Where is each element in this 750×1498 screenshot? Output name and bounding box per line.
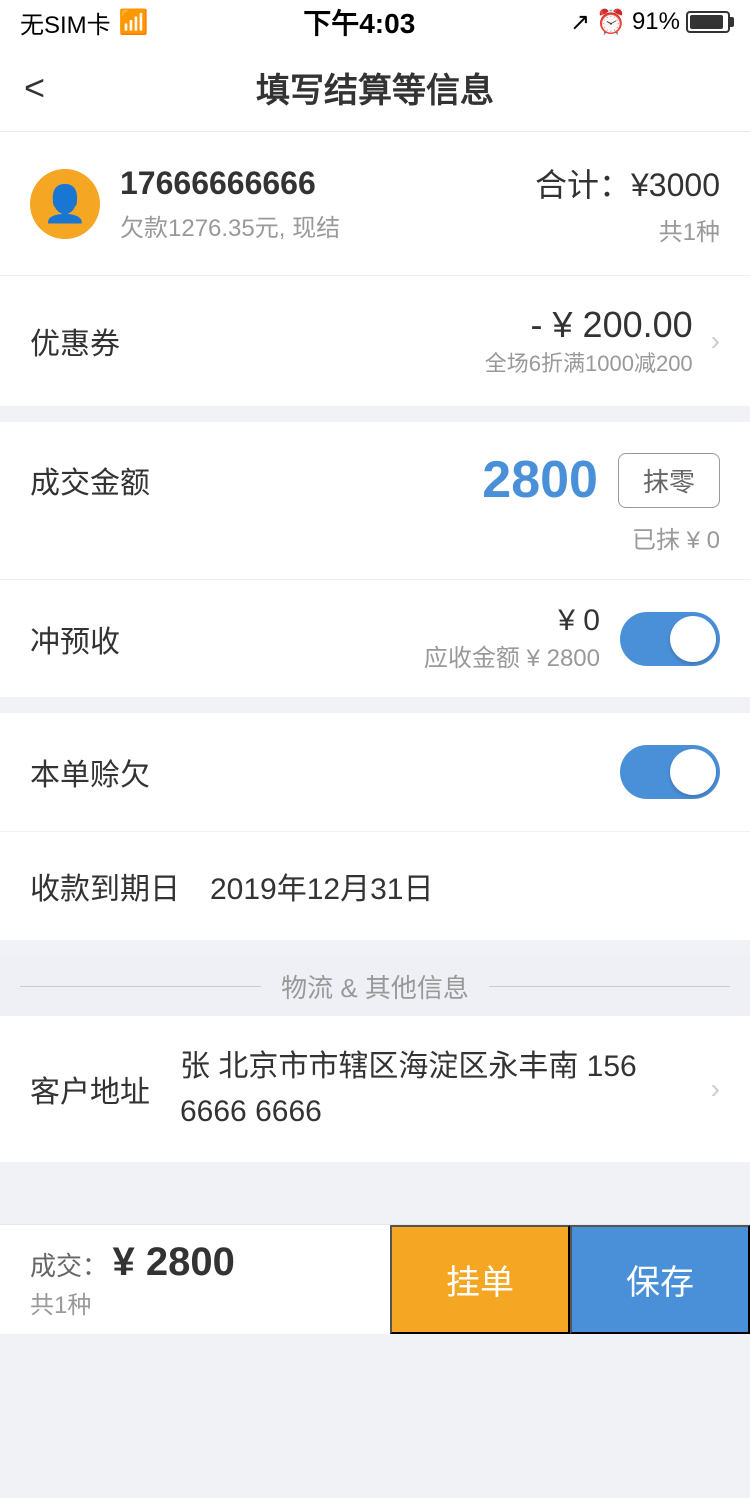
duedate-row: 收款到期日 2019年12月31日 — [0, 831, 750, 940]
deal-amount-right: 2800 抹零 — [482, 450, 720, 510]
duedate-value: 2019年12月31日 — [210, 864, 433, 908]
customer-debt: 欠款1276.35元, 现结 — [120, 208, 535, 243]
prepaid-row: 冲预收 ¥ 0 应收金额 ¥ 2800 — [0, 579, 750, 697]
avatar: 👤 — [30, 169, 100, 239]
prepaid-value: ¥ 0 — [424, 604, 600, 638]
status-bar: 无SIM卡 📶 下午4:03 ↗ ⏰ 91% — [0, 0, 750, 44]
carrier-text: 无SIM卡 — [20, 5, 111, 40]
bottom-deal-count: 共1种 — [30, 1285, 390, 1320]
status-time: 下午4:03 — [303, 2, 415, 42]
total-amount: 合计：¥3000 — [535, 160, 720, 206]
customer-phone: 17666666666 — [120, 165, 535, 202]
bottom-bar: 成交： ¥ 2800 共1种 挂单 保存 — [0, 1224, 750, 1334]
address-row[interactable]: 客户地址 张 北京市市辖区海淀区永丰南 156 6666 6666 › — [0, 1016, 750, 1162]
debit-toggle-circle — [670, 749, 716, 795]
save-button[interactable]: 保存 — [570, 1225, 750, 1334]
nav-bar: < 填写结算等信息 — [0, 44, 750, 132]
coupon-discount: - ¥ 200.00 — [485, 304, 693, 346]
coupon-row[interactable]: 优惠券 - ¥ 200.00 全场6折满1000减200 › — [0, 275, 750, 406]
debit-card: 本单赊欠 收款到期日 2019年12月31日 — [0, 713, 750, 940]
customer-card: 👤 17666666666 欠款1276.35元, 现结 合计：¥3000 共1… — [0, 132, 750, 406]
address-value: 张 北京市市辖区海淀区永丰南 156 6666 6666 — [180, 1044, 703, 1134]
deal-amount-value: 2800 — [482, 450, 598, 510]
location-icon: ↗ — [570, 8, 590, 37]
back-button[interactable]: < — [24, 67, 45, 109]
prepaid-sub: 应收金额 ¥ 2800 — [424, 638, 600, 673]
bottom-deal-amount: ¥ 2800 — [112, 1240, 234, 1284]
deal-amount-label: 成交金额 — [30, 458, 150, 502]
prepaid-label: 冲预收 — [30, 617, 120, 661]
section-divider-label: 物流 & 其他信息 — [281, 968, 469, 1005]
customer-row: 👤 17666666666 欠款1276.35元, 现结 合计：¥3000 共1… — [0, 132, 750, 275]
wifi-icon: 📶 — [119, 8, 149, 37]
deal-amount-card: 成交金额 2800 抹零 已抹 ¥ 0 冲预收 ¥ 0 应收金额 ¥ 2800 — [0, 422, 750, 697]
customer-total: 合计：¥3000 共1种 — [535, 160, 720, 247]
address-card: 客户地址 张 北京市市辖区海淀区永丰南 156 6666 6666 › — [0, 1016, 750, 1162]
coupon-info: - ¥ 200.00 全场6折满1000减200 — [485, 304, 693, 378]
bottom-info: 成交： ¥ 2800 共1种 — [0, 1225, 390, 1334]
deal-sub-label: 已抹 ¥ 0 — [0, 520, 750, 579]
coupon-right: - ¥ 200.00 全场6折满1000减200 › — [485, 304, 720, 378]
total-count: 共1种 — [535, 212, 720, 247]
status-right: ↗ ⏰ 91% — [570, 8, 730, 37]
toggle-circle — [670, 616, 716, 662]
pending-button[interactable]: 挂单 — [390, 1225, 570, 1334]
avatar-icon: 👤 — [43, 183, 88, 225]
coupon-desc: 全场6折满1000减200 — [485, 346, 693, 378]
address-chevron-icon: › — [711, 1073, 720, 1105]
prepaid-right: ¥ 0 应收金额 ¥ 2800 — [424, 604, 720, 673]
debit-toggle[interactable] — [620, 745, 720, 799]
debit-label: 本单赊欠 — [30, 750, 150, 794]
bottom-deal-line: 成交： ¥ 2800 — [30, 1240, 390, 1285]
bottom-deal-label: 成交： — [30, 1251, 108, 1281]
section-divider: 物流 & 其他信息 — [0, 956, 750, 1016]
coupon-label: 优惠券 — [30, 319, 120, 363]
prepaid-toggle[interactable] — [620, 612, 720, 666]
debit-row: 本单赊欠 — [0, 713, 750, 831]
battery-percent: 91% — [632, 8, 680, 36]
coupon-chevron-icon: › — [711, 325, 720, 357]
duedate-label: 收款到期日 — [30, 864, 180, 908]
alarm-icon: ⏰ — [596, 8, 626, 37]
deal-amount-row: 成交金额 2800 抹零 — [0, 422, 750, 520]
customer-info: 17666666666 欠款1276.35元, 现结 — [120, 165, 535, 243]
status-left: 无SIM卡 📶 — [20, 5, 149, 40]
battery-icon — [686, 11, 730, 33]
page-title: 填写结算等信息 — [256, 63, 494, 112]
round-button[interactable]: 抹零 — [618, 453, 720, 508]
address-label: 客户地址 — [30, 1067, 150, 1111]
prepaid-amount: ¥ 0 应收金额 ¥ 2800 — [424, 604, 600, 673]
